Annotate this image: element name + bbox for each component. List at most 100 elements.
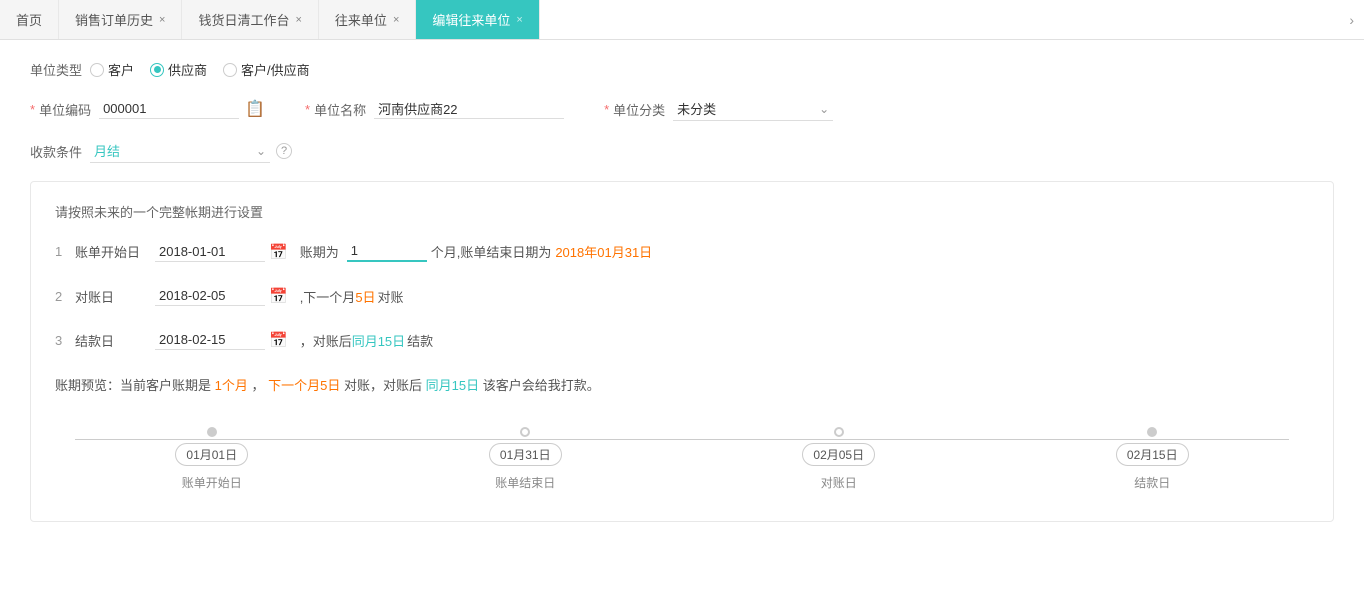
- payment-group: 收款条件 月结 ⌄ ?: [30, 139, 292, 163]
- timeline-point-2: 01月31日 账单结束日: [369, 427, 683, 491]
- tab-edit-partner-close[interactable]: ×: [516, 14, 522, 26]
- tab-partner-unit-close[interactable]: ×: [393, 14, 399, 26]
- timeline-badge-4: 02月15日: [1116, 443, 1189, 466]
- period-row-1-prefix: 账期为: [300, 242, 339, 261]
- period-row-3: 3 结款日 📅 ，对账后 同月15日 结款: [55, 330, 1309, 350]
- preview-text: 账期预览：当前客户账期是 1个月 ， 下一个月5日 对账，对账后 同月15日 该…: [55, 374, 1309, 397]
- timeline-label-4: 结款日: [1134, 474, 1170, 491]
- timeline-badge-1: 01月01日: [175, 443, 248, 466]
- unit-type-label: 单位类型: [30, 60, 82, 79]
- timeline-label-1: 账单开始日: [182, 474, 242, 491]
- payment-value: 月结: [94, 141, 256, 160]
- unit-classify-value: 未分类: [677, 99, 819, 118]
- timeline-point-1: 01月01日 账单开始日: [55, 427, 369, 491]
- tabs-next-arrow[interactable]: ›: [1339, 12, 1364, 28]
- tab-cash-work[interactable]: 钱货日清工作台 ×: [182, 0, 318, 39]
- unit-code-input[interactable]: [99, 99, 239, 119]
- period-row-1: 1 账单开始日 📅 账期为 个月,账单结束日期为 2018年01月31日: [55, 241, 1309, 262]
- period-payment-highlight: 同月15日: [352, 331, 405, 350]
- preview-period-highlight: 1个月: [215, 378, 248, 393]
- unit-code-group: * 单位编码 📋: [30, 99, 265, 119]
- tab-cash-work-label: 钱货日清工作台: [198, 10, 289, 29]
- preview-payment-highlight: 同月15日: [426, 378, 479, 393]
- radio-both-label: 客户/供应商: [241, 60, 310, 79]
- preview-mid2: 对账，对账后: [344, 378, 422, 393]
- page-content: 单位类型 客户 供应商 客户/供应商 * 单位编码: [0, 40, 1364, 608]
- period-row-3-field: 结款日: [75, 331, 155, 350]
- unit-code-label: 单位编码: [39, 100, 91, 119]
- radio-customer-circle: [90, 63, 104, 77]
- period-reconcile-highlight: 5日: [355, 287, 375, 306]
- unit-classify-group: * 单位分类 未分类 ⌄: [604, 97, 833, 121]
- tab-home[interactable]: 首页: [0, 0, 59, 39]
- period-start-cal-icon[interactable]: 📅: [269, 243, 288, 261]
- timeline-badge-3: 02月05日: [802, 443, 875, 466]
- unit-name-input[interactable]: [374, 99, 564, 119]
- unit-classify-star: *: [604, 102, 609, 117]
- unit-name-label: 单位名称: [314, 100, 366, 119]
- preview-label: 账期预览：当前客户账期是: [55, 378, 211, 393]
- period-months-input[interactable]: [347, 241, 427, 262]
- payment-label: 收款条件: [30, 142, 82, 161]
- tab-edit-partner[interactable]: 编辑往来单位 ×: [416, 0, 539, 39]
- tab-sales-history[interactable]: 销售订单历史 ×: [59, 0, 182, 39]
- timeline-dot-2: [520, 427, 530, 437]
- timeline-dot-1: [207, 427, 217, 437]
- period-row-2-suffix: 对账: [378, 287, 404, 306]
- timeline-dot-3: [834, 427, 844, 437]
- timeline-label-3: 对账日: [821, 474, 857, 491]
- period-reconcile-cal-icon[interactable]: 📅: [269, 287, 288, 305]
- period-row-1-num: 1: [55, 244, 75, 259]
- timeline-points: 01月01日 账单开始日 01月31日 账单结束日 02月05日 对账日: [55, 427, 1309, 491]
- copy-icon[interactable]: 📋: [245, 99, 265, 119]
- timeline-badge-2: 01月31日: [489, 443, 562, 466]
- timeline: 01月01日 账单开始日 01月31日 账单结束日 02月05日 对账日: [55, 417, 1309, 501]
- timeline-dot-4: [1147, 427, 1157, 437]
- preview-end: 该客户会给我打款。: [483, 378, 600, 393]
- period-row-1-field: 账单开始日: [75, 242, 155, 261]
- tab-sales-history-label: 销售订单历史: [75, 10, 153, 29]
- period-row-1-suffix: 个月,账单结束日期为: [431, 242, 552, 261]
- tab-edit-partner-label: 编辑往来单位: [432, 10, 510, 29]
- unit-type-row: 单位类型 客户 供应商 客户/供应商: [30, 60, 1334, 79]
- preview-reconcile-highlight: 下一个月5日: [268, 378, 340, 393]
- tab-sales-history-close[interactable]: ×: [159, 14, 165, 26]
- period-row-2-field: 对账日: [75, 287, 155, 306]
- tab-cash-work-close[interactable]: ×: [295, 14, 301, 26]
- period-row-2-num: 2: [55, 289, 75, 304]
- payment-arrow-icon: ⌄: [256, 144, 266, 158]
- timeline-point-4: 02月15日 结款日: [996, 427, 1310, 491]
- period-title: 请按照未来的一个完整帐期进行设置: [55, 202, 1309, 221]
- unit-name-group: * 单位名称: [305, 99, 564, 119]
- help-icon[interactable]: ?: [276, 143, 292, 159]
- period-reconcile-date-input[interactable]: [155, 286, 265, 306]
- unit-code-star: *: [30, 102, 35, 117]
- unit-classify-label: 单位分类: [613, 100, 665, 119]
- radio-customer[interactable]: 客户: [90, 60, 134, 79]
- period-box: 请按照未来的一个完整帐期进行设置 1 账单开始日 📅 账期为 个月,账单结束日期…: [30, 181, 1334, 522]
- unit-classify-dropdown[interactable]: 未分类 ⌄: [673, 97, 833, 121]
- period-start-date-input[interactable]: [155, 242, 265, 262]
- tab-partner-unit[interactable]: 往来单位 ×: [319, 0, 416, 39]
- radio-supplier[interactable]: 供应商: [150, 60, 207, 79]
- unit-name-star: *: [305, 102, 310, 117]
- period-payment-date-input[interactable]: [155, 330, 265, 350]
- payment-row: 收款条件 月结 ⌄ ?: [30, 139, 1334, 163]
- period-end-date-highlight: 2018年01月31日: [555, 242, 652, 261]
- radio-customer-label: 客户: [108, 60, 134, 79]
- payment-dropdown[interactable]: 月结 ⌄: [90, 139, 270, 163]
- unit-info-row: * 单位编码 📋 * 单位名称 * 单位分类 未分类 ⌄: [30, 97, 1334, 121]
- radio-group: 客户 供应商 客户/供应商: [90, 60, 310, 79]
- classify-arrow-icon: ⌄: [819, 102, 829, 116]
- preview-mid1: ，: [252, 378, 265, 393]
- period-payment-cal-icon[interactable]: 📅: [269, 331, 288, 349]
- unit-type-group: 单位类型 客户 供应商 客户/供应商: [30, 60, 310, 79]
- radio-both-circle: [223, 63, 237, 77]
- radio-both[interactable]: 客户/供应商: [223, 60, 310, 79]
- tabs-bar: 首页 销售订单历史 × 钱货日清工作台 × 往来单位 × 编辑往来单位 × ›: [0, 0, 1364, 40]
- radio-supplier-circle: [150, 63, 164, 77]
- radio-supplier-label: 供应商: [168, 60, 207, 79]
- period-row-3-prefix: ，对账后: [300, 331, 352, 350]
- period-row-3-num: 3: [55, 333, 75, 348]
- timeline-point-3: 02月05日 对账日: [682, 427, 996, 491]
